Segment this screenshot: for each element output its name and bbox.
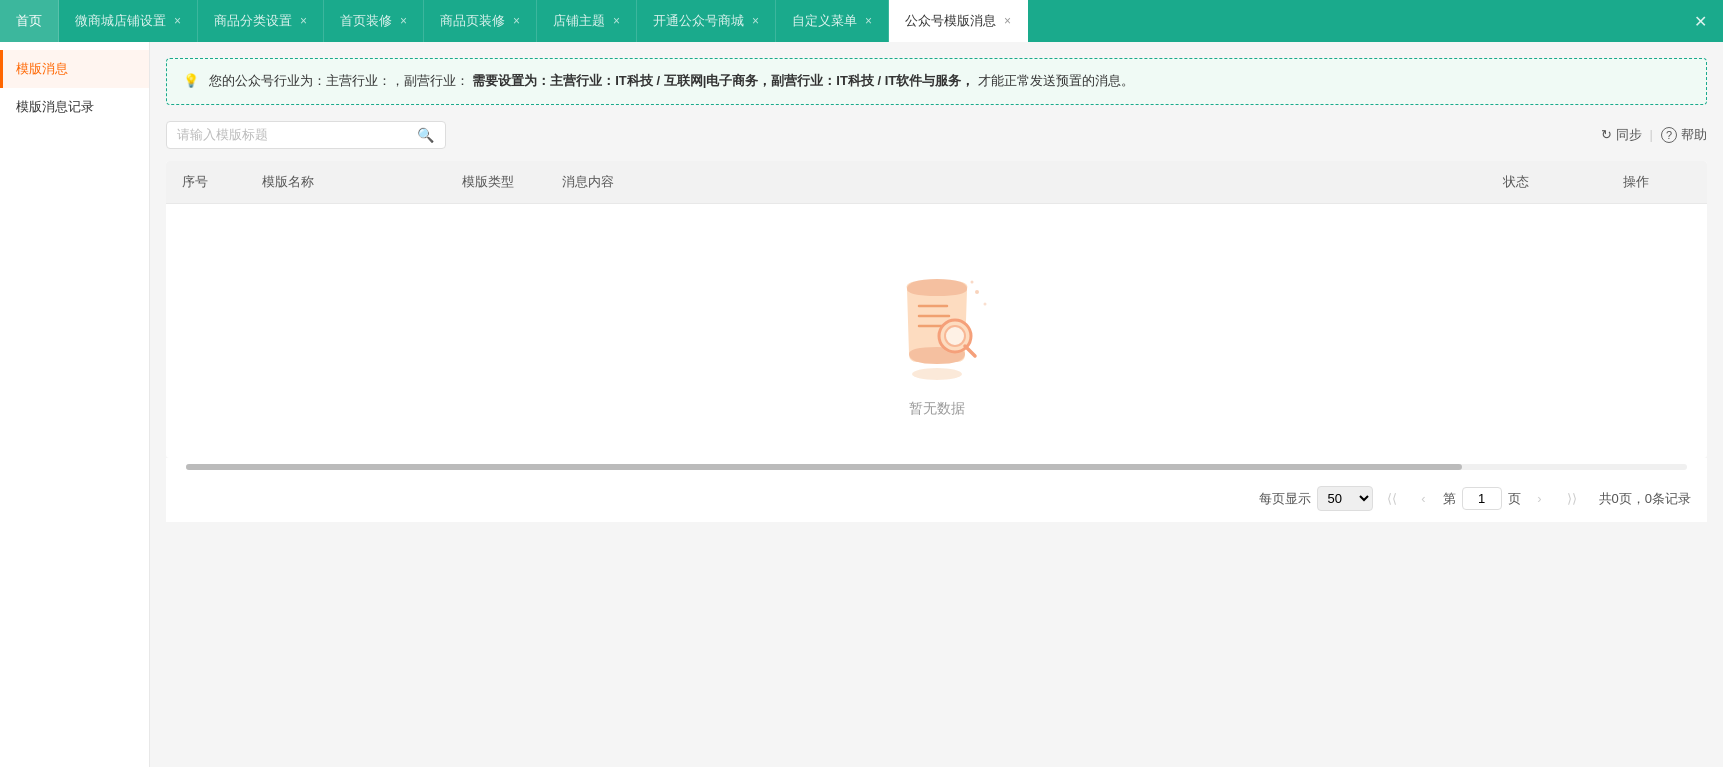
sync-icon: ↻ <box>1601 127 1612 142</box>
pagination: 每页显示 102050100 ⟨⟨ ‹ 第 页 › ⟩⟩ 共0页，0条记录 <box>166 476 1707 522</box>
total-text: 共0页，0条记录 <box>1599 490 1691 508</box>
svg-point-8 <box>983 302 986 305</box>
help-label: 帮助 <box>1681 126 1707 144</box>
sidebar: 模版消息模版消息记录 <box>0 42 150 767</box>
search-icon[interactable]: 🔍 <box>417 127 434 143</box>
last-page-button[interactable]: ⟩⟩ <box>1559 486 1585 512</box>
toolbar-divider: | <box>1650 127 1653 142</box>
empty-state: 暂无数据 <box>166 204 1707 458</box>
nav-tab-8[interactable]: 公众号模版消息× <box>889 0 1028 42</box>
nav-tab-4[interactable]: 商品页装修× <box>424 0 537 42</box>
close-all-button[interactable]: ✕ <box>1678 12 1723 31</box>
svg-point-9 <box>970 280 973 283</box>
col-action: 操作 <box>1607 161 1707 204</box>
data-table: 序号 模版名称 模版类型 消息内容 状态 操作 <box>166 161 1707 458</box>
top-navigation: 首页微商城店铺设置×商品分类设置×首页装修×商品页装修×店铺主题×开通公众号商城… <box>0 0 1723 42</box>
help-icon: ? <box>1661 127 1677 143</box>
sidebar-item-0[interactable]: 模版消息 <box>0 50 149 88</box>
svg-point-7 <box>975 290 979 294</box>
notice-highlight: 需要设置为：主营行业：IT科技 / 互联网|电子商务，副营行业：IT科技 / I… <box>472 73 974 88</box>
notice-prefix: 您的公众号行业为：主营行业：，副营行业： <box>209 73 469 88</box>
search-bar: 🔍 ↻ 同步 | ? 帮助 <box>166 121 1707 149</box>
col-index: 序号 <box>166 161 246 204</box>
main-layout: 模版消息模版消息记录 💡 您的公众号行业为：主营行业：，副营行业： 需要设置为：… <box>0 42 1723 767</box>
notice-banner: 💡 您的公众号行业为：主营行业：，副营行业： 需要设置为：主营行业：IT科技 /… <box>166 58 1707 105</box>
content-area: 💡 您的公众号行业为：主营行业：，副营行业： 需要设置为：主营行业：IT科技 /… <box>150 42 1723 767</box>
nav-tab-0[interactable]: 首页 <box>0 0 59 42</box>
nav-tab-1[interactable]: 微商城店铺设置× <box>59 0 198 42</box>
sync-button[interactable]: ↻ 同步 <box>1601 126 1642 144</box>
tab-close-6[interactable]: × <box>752 14 759 28</box>
next-page-button[interactable]: › <box>1527 486 1553 512</box>
help-button[interactable]: ? 帮助 <box>1661 126 1707 144</box>
nav-tab-5[interactable]: 店铺主题× <box>537 0 637 42</box>
notice-icon: 💡 <box>183 73 199 88</box>
prev-page-button[interactable]: ‹ <box>1411 486 1437 512</box>
col-content: 消息内容 <box>546 161 1487 204</box>
horizontal-scrollbar[interactable] <box>166 458 1707 476</box>
svg-point-0 <box>912 368 962 380</box>
sync-label: 同步 <box>1616 126 1642 144</box>
nav-tab-3[interactable]: 首页装修× <box>324 0 424 42</box>
empty-text: 暂无数据 <box>909 400 965 418</box>
scroll-track[interactable] <box>186 464 1687 470</box>
col-status: 状态 <box>1487 161 1607 204</box>
toolbar-right: ↻ 同步 | ? 帮助 <box>1601 126 1707 144</box>
tab-close-7[interactable]: × <box>865 14 872 28</box>
tab-close-8[interactable]: × <box>1004 14 1011 28</box>
page-size-label: 每页显示 <box>1259 490 1311 508</box>
page-word: 页 <box>1508 490 1521 508</box>
tab-close-4[interactable]: × <box>513 14 520 28</box>
search-input[interactable] <box>177 127 417 142</box>
tab-close-1[interactable]: × <box>174 14 181 28</box>
notice-suffix: 才能正常发送预置的消息。 <box>978 73 1134 88</box>
scroll-thumb[interactable] <box>186 464 1462 470</box>
tab-close-5[interactable]: × <box>613 14 620 28</box>
nav-tab-6[interactable]: 开通公众号商城× <box>637 0 776 42</box>
tab-close-3[interactable]: × <box>400 14 407 28</box>
page-size-select[interactable]: 102050100 <box>1317 486 1373 511</box>
sidebar-item-1[interactable]: 模版消息记录 <box>0 88 149 126</box>
nav-tab-2[interactable]: 商品分类设置× <box>198 0 324 42</box>
tab-close-2[interactable]: × <box>300 14 307 28</box>
page-word-before: 第 <box>1443 490 1456 508</box>
col-name: 模版名称 <box>246 161 446 204</box>
table-header-row: 序号 模版名称 模版类型 消息内容 状态 操作 <box>166 161 1707 204</box>
first-page-button[interactable]: ⟨⟨ <box>1379 486 1405 512</box>
page-input[interactable] <box>1462 487 1502 510</box>
svg-point-5 <box>945 326 965 346</box>
nav-tab-7[interactable]: 自定义菜单× <box>776 0 889 42</box>
empty-illustration <box>877 264 997 384</box>
col-type: 模版类型 <box>446 161 546 204</box>
svg-line-6 <box>965 346 975 356</box>
search-input-wrapper[interactable]: 🔍 <box>166 121 446 149</box>
